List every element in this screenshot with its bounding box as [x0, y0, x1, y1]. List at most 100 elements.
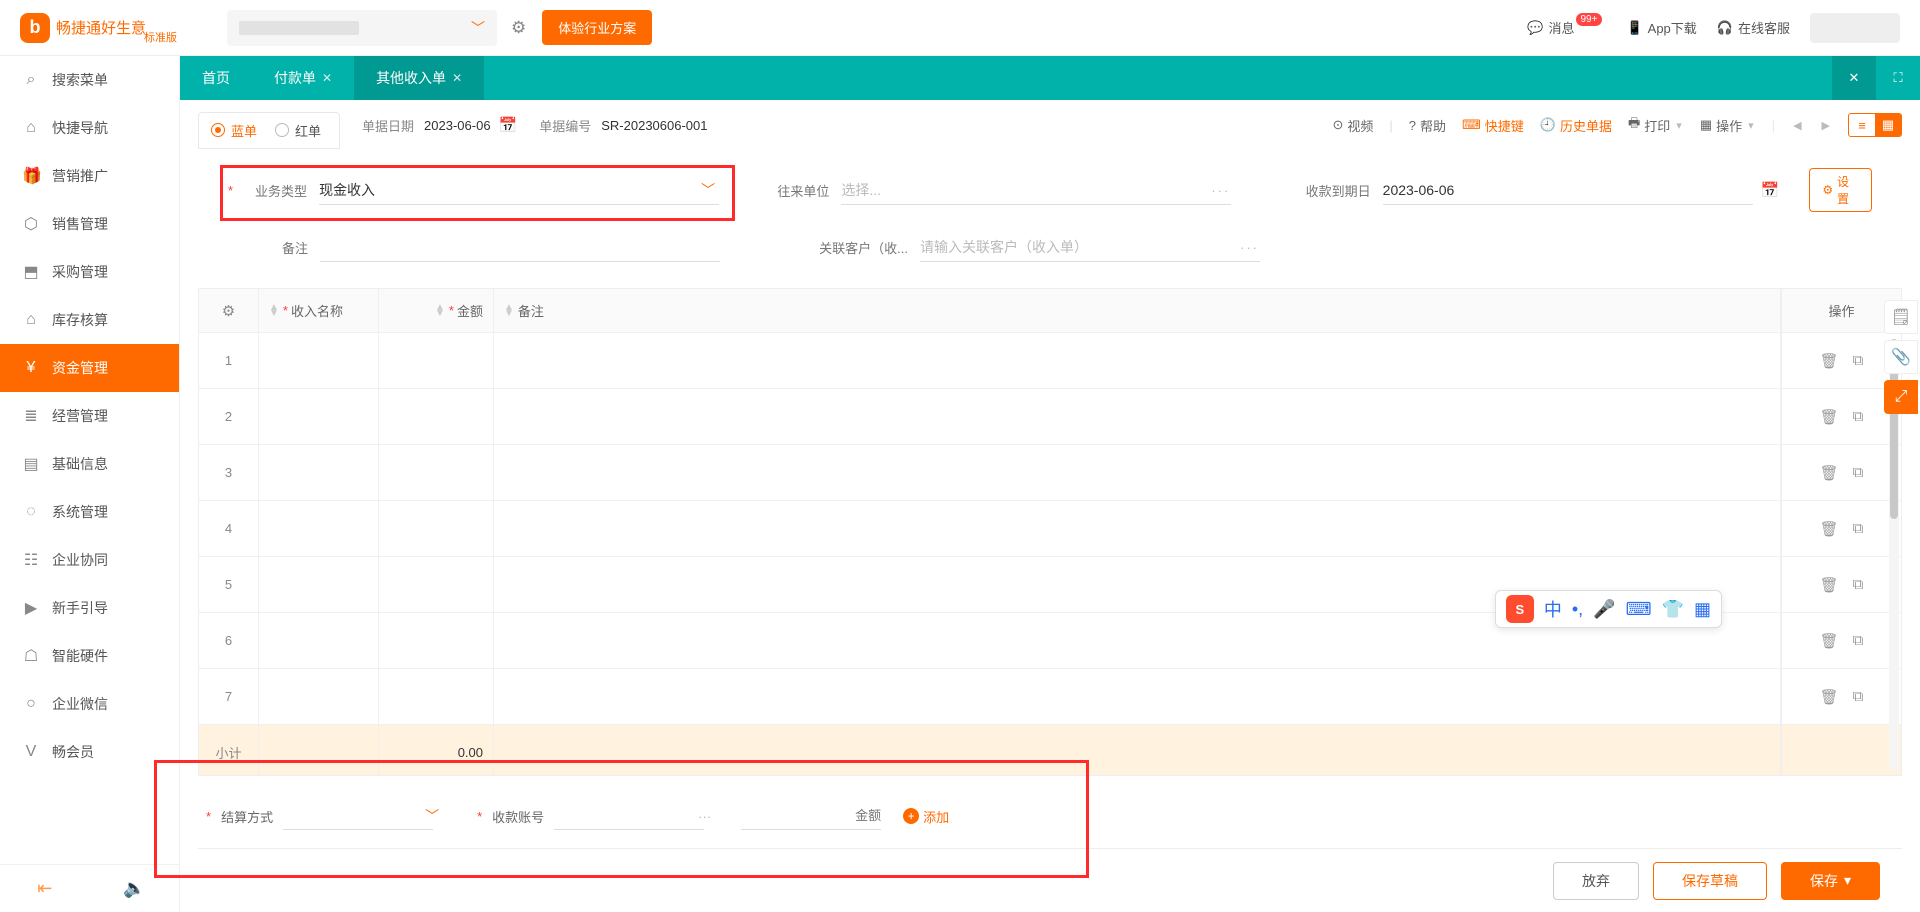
user-avatar[interactable]: [1810, 13, 1900, 43]
radio-red[interactable]: 红单: [275, 121, 321, 140]
settle-method-input[interactable]: [283, 802, 433, 830]
cell-note[interactable]: [494, 389, 1781, 444]
sidebar-item[interactable]: ⌂快捷导航: [0, 104, 179, 152]
table-row[interactable]: 7: [199, 669, 1781, 725]
sidebar-item[interactable]: ▤基础信息: [0, 440, 179, 488]
cell-name[interactable]: [259, 333, 379, 388]
delete-icon[interactable]: 🗑: [1820, 520, 1839, 538]
calendar-icon[interactable]: 📅: [1761, 181, 1780, 199]
col-amount[interactable]: ▲▼*金额: [379, 289, 494, 332]
shortcut-link[interactable]: ⌨快捷键: [1462, 116, 1524, 135]
settings-button[interactable]: ⚙设置: [1809, 168, 1872, 212]
cell-note[interactable]: [494, 669, 1781, 724]
cell-name[interactable]: [259, 389, 379, 444]
biz-type-input[interactable]: [319, 175, 719, 205]
chevron-down-icon[interactable]: ﹀: [701, 180, 715, 200]
sidebar-item[interactable]: ○企业微信: [0, 680, 179, 728]
copy-icon[interactable]: ⧉: [1853, 408, 1864, 425]
delete-icon[interactable]: 🗑: [1820, 408, 1839, 426]
rail-expand-button[interactable]: ⤢: [1884, 380, 1918, 414]
settle-account-input[interactable]: [554, 802, 704, 830]
list-view-icon[interactable]: ≡: [1849, 114, 1875, 136]
copy-icon[interactable]: ⧉: [1853, 576, 1864, 593]
cell-note[interactable]: [494, 333, 1781, 388]
copy-icon[interactable]: ⧉: [1853, 352, 1864, 369]
table-row[interactable]: 2: [199, 389, 1781, 445]
experience-button[interactable]: 体验行业方案: [542, 10, 652, 45]
cell-note[interactable]: [494, 501, 1781, 556]
sidebar-item[interactable]: ⬒采购管理: [0, 248, 179, 296]
copy-icon[interactable]: ⧉: [1853, 520, 1864, 537]
sidebar-item[interactable]: ⬡销售管理: [0, 200, 179, 248]
due-date-input[interactable]: [1383, 175, 1753, 205]
ime-mic-icon[interactable]: 🎤: [1593, 599, 1615, 620]
delete-icon[interactable]: 🗑: [1820, 352, 1839, 370]
help-link[interactable]: ?帮助: [1409, 116, 1446, 135]
form-view-icon[interactable]: ▦: [1875, 114, 1901, 136]
cell-amount[interactable]: [379, 669, 494, 724]
history-link[interactable]: 🕘历史单据: [1540, 116, 1612, 135]
cell-amount[interactable]: [379, 613, 494, 668]
operate-link[interactable]: ▦操作▾: [1700, 116, 1756, 135]
more-icon[interactable]: ···: [1240, 240, 1259, 255]
save-draft-button[interactable]: 保存草稿: [1653, 862, 1767, 900]
view-toggle[interactable]: ≡ ▦: [1848, 113, 1902, 137]
table-row[interactable]: 1: [199, 333, 1781, 389]
rail-attach-button[interactable]: 📎: [1884, 340, 1918, 374]
sidebar-item[interactable]: ≣经营管理: [0, 392, 179, 440]
ime-punct-icon[interactable]: •,: [1572, 599, 1583, 620]
more-icon[interactable]: ···: [698, 809, 711, 824]
cell-name[interactable]: [259, 669, 379, 724]
close-icon[interactable]: ✕: [452, 71, 462, 85]
more-icon[interactable]: ···: [1211, 183, 1230, 198]
close-icon[interactable]: ✕: [322, 71, 332, 85]
delete-icon[interactable]: 🗑: [1820, 576, 1839, 594]
sidebar-item[interactable]: ☖智能硬件: [0, 632, 179, 680]
sidebar-item[interactable]: V畅会员: [0, 728, 179, 776]
cell-amount[interactable]: [379, 333, 494, 388]
sidebar-sound-button[interactable]: 🔈: [90, 865, 180, 912]
sidebar-item[interactable]: ◌系统管理: [0, 488, 179, 536]
copy-icon[interactable]: ⧉: [1853, 688, 1864, 705]
cell-amount[interactable]: [379, 501, 494, 556]
add-settlement-button[interactable]: +添加: [903, 807, 949, 826]
video-link[interactable]: ⊙视频: [1332, 116, 1373, 135]
copy-icon[interactable]: ⧉: [1853, 464, 1864, 481]
next-doc-button[interactable]: ▶: [1820, 119, 1832, 132]
sidebar-item[interactable]: ☷企业协同: [0, 536, 179, 584]
partner-input[interactable]: [841, 175, 1231, 205]
ime-skin-icon[interactable]: 👕: [1662, 599, 1684, 620]
col-income-name[interactable]: ▲▼*收入名称: [259, 289, 379, 332]
sidebar-item[interactable]: ⌂库存核算: [0, 296, 179, 344]
rel-customer-input[interactable]: [920, 232, 1260, 262]
ime-toolbox-icon[interactable]: ▦: [1694, 599, 1711, 620]
radio-blue[interactable]: 蓝单: [211, 121, 257, 140]
print-link[interactable]: 🖶打印▾: [1628, 114, 1684, 136]
ime-toolbar[interactable]: S 中 •, 🎤 ⌨ 👕 ▦: [1495, 590, 1722, 628]
rail-note-button[interactable]: 🗒: [1884, 300, 1918, 334]
tab[interactable]: 其他收入单✕: [354, 56, 484, 100]
messages-link[interactable]: 💬 消息 99+: [1527, 18, 1606, 37]
sidebar-item[interactable]: 🎁营销推广: [0, 152, 179, 200]
remark-input[interactable]: [320, 232, 720, 262]
sidebar-item[interactable]: ⌕搜索菜单: [0, 56, 179, 104]
sidebar-collapse-button[interactable]: ⇤: [0, 865, 90, 912]
delete-icon[interactable]: 🗑: [1820, 464, 1839, 482]
ime-lang[interactable]: 中: [1544, 596, 1562, 622]
cell-name[interactable]: [259, 445, 379, 500]
gear-icon[interactable]: ⚙: [222, 302, 235, 320]
chevron-down-icon[interactable]: ﹀: [425, 806, 439, 826]
gear-icon[interactable]: ⚙: [511, 18, 526, 38]
cell-name[interactable]: [259, 557, 379, 612]
sidebar-item[interactable]: ¥资金管理: [0, 344, 179, 392]
cell-note[interactable]: [494, 445, 1781, 500]
customer-service-link[interactable]: 🎧 在线客服: [1717, 18, 1790, 37]
save-button[interactable]: 保存▾: [1781, 862, 1880, 900]
app-download-link[interactable]: 📱 App下载: [1626, 18, 1696, 37]
settle-amount-input[interactable]: [741, 802, 881, 830]
company-selector[interactable]: ﹀: [227, 10, 497, 46]
tab[interactable]: 首页: [180, 56, 252, 100]
copy-icon[interactable]: ⧉: [1853, 632, 1864, 649]
cell-name[interactable]: [259, 501, 379, 556]
delete-icon[interactable]: 🗑: [1820, 688, 1839, 706]
